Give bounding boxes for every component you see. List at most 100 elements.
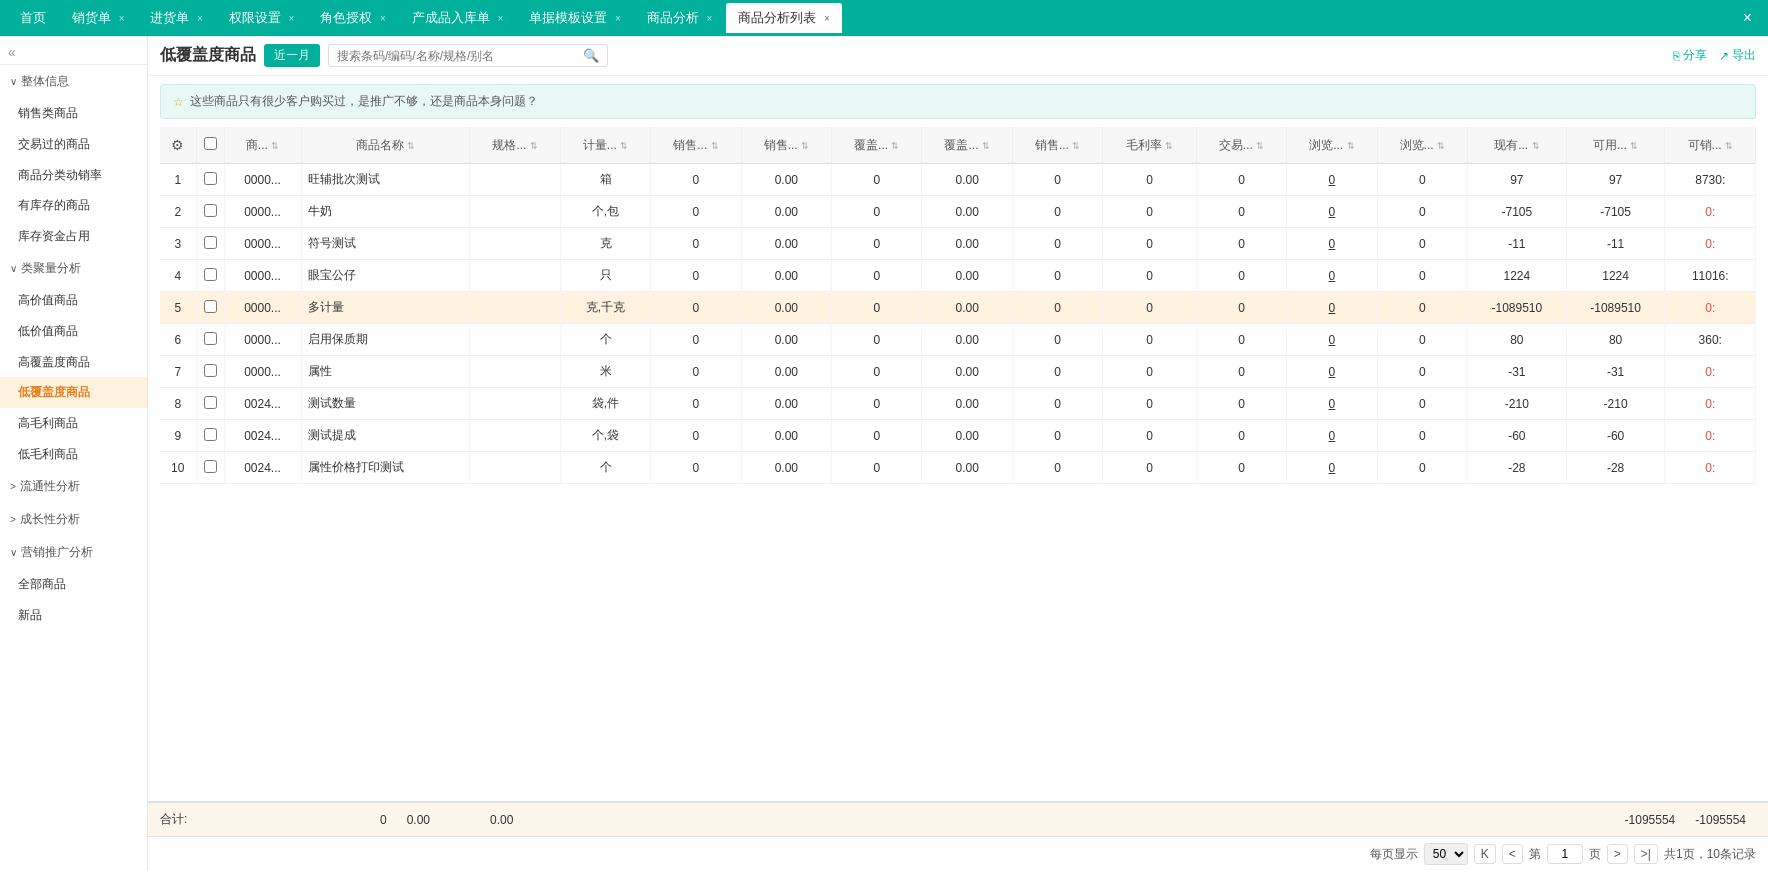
coverage2-col-header[interactable]: 覆盖... ⇅ [922, 127, 1012, 164]
nav-product-entry[interactable]: 产成品入库单 × [400, 3, 515, 33]
sidebar-section-cluster[interactable]: ∨ 类聚量分析 [0, 252, 147, 285]
row-browse1[interactable]: 0 [1287, 452, 1377, 484]
row-browse1[interactable]: 0 [1287, 164, 1377, 196]
row-browse1[interactable]: 0 [1287, 356, 1377, 388]
name-col-header[interactable]: 商品名称 ⇅ [301, 127, 470, 164]
row-browse1[interactable]: 0 [1287, 260, 1377, 292]
row-browse1[interactable]: 0 [1287, 420, 1377, 452]
browse-link[interactable]: 0 [1329, 429, 1336, 443]
sidebar-section-circulation[interactable]: > 流通性分析 [0, 470, 147, 503]
row-checkbox-cell[interactable] [196, 388, 224, 420]
sellable-col-header[interactable]: 可销... ⇅ [1665, 127, 1756, 164]
row-checkbox-cell[interactable] [196, 324, 224, 356]
export-button[interactable]: ↗ 导出 [1719, 47, 1756, 64]
row-checkbox[interactable] [204, 396, 217, 409]
row-browse1[interactable]: 0 [1287, 228, 1377, 260]
nav-home[interactable]: 首页 [8, 3, 58, 33]
sales3-col-header[interactable]: 销售... ⇅ [1012, 127, 1102, 164]
close-icon[interactable]: × [380, 13, 386, 24]
sidebar-item-all-products[interactable]: 全部商品 [0, 569, 147, 600]
sidebar-collapse-button[interactable]: « [8, 44, 16, 60]
browse-link[interactable]: 0 [1329, 333, 1336, 347]
row-browse1[interactable]: 0 [1287, 196, 1377, 228]
first-page-button[interactable]: K [1474, 844, 1496, 864]
last-page-button[interactable]: >| [1634, 844, 1658, 864]
row-checkbox[interactable] [204, 332, 217, 345]
row-checkbox[interactable] [204, 236, 217, 249]
unit-col-header[interactable]: 计量... ⇅ [560, 127, 650, 164]
period-button[interactable]: 近一月 [264, 44, 320, 67]
row-checkbox-cell[interactable] [196, 356, 224, 388]
next-page-button[interactable]: > [1607, 844, 1628, 864]
browse-link[interactable]: 0 [1329, 205, 1336, 219]
search-icon[interactable]: 🔍 [583, 48, 599, 63]
row-checkbox-cell[interactable] [196, 420, 224, 452]
share-button[interactable]: ⎘ 分享 [1673, 47, 1707, 64]
coverage1-col-header[interactable]: 覆盖... ⇅ [832, 127, 922, 164]
browse-link[interactable]: 0 [1329, 461, 1336, 475]
browse-link[interactable]: 0 [1329, 397, 1336, 411]
sidebar-item-traded-products[interactable]: 交易过的商品 [0, 129, 147, 160]
row-checkbox-cell[interactable] [196, 452, 224, 484]
row-checkbox-cell[interactable] [196, 292, 224, 324]
search-input[interactable] [337, 49, 583, 63]
nav-purchase[interactable]: 进货单 × [138, 3, 214, 33]
settings-col-header[interactable]: ⚙ [160, 127, 196, 164]
nav-permission[interactable]: 权限设置 × [217, 3, 306, 33]
nav-sales[interactable]: 销货单 × [60, 3, 136, 33]
row-browse1[interactable]: 0 [1287, 292, 1377, 324]
sidebar-item-category-rate[interactable]: 商品分类动销率 [0, 160, 147, 191]
sidebar-item-low-coverage[interactable]: 低覆盖度商品 [0, 377, 147, 408]
browse1-col-header[interactable]: 浏览... ⇅ [1287, 127, 1377, 164]
row-checkbox[interactable] [204, 300, 217, 313]
browse-link[interactable]: 0 [1329, 173, 1336, 187]
row-browse1[interactable]: 0 [1287, 388, 1377, 420]
sidebar-item-high-coverage[interactable]: 高覆盖度商品 [0, 347, 147, 378]
browse-link[interactable]: 0 [1329, 301, 1336, 315]
row-checkbox[interactable] [204, 172, 217, 185]
spec-col-header[interactable]: 规格... ⇅ [470, 127, 560, 164]
close-icon[interactable]: × [119, 13, 125, 24]
close-icon[interactable]: × [615, 13, 621, 24]
row-browse1[interactable]: 0 [1287, 324, 1377, 356]
row-checkbox[interactable] [204, 460, 217, 473]
close-icon[interactable]: × [197, 13, 203, 24]
nav-product-analysis-list[interactable]: 商品分析列表 × [726, 3, 841, 33]
sidebar-item-high-value[interactable]: 高价值商品 [0, 285, 147, 316]
table-container[interactable]: ⚙ 商... ⇅ 商品名称 ⇅ 规格... ⇅ 计量... ⇅ 销售... ⇅ … [148, 127, 1768, 801]
row-checkbox-cell[interactable] [196, 228, 224, 260]
row-checkbox-cell[interactable] [196, 196, 224, 228]
row-checkbox-cell[interactable] [196, 164, 224, 196]
current-stock-col-header[interactable]: 现有... ⇅ [1467, 127, 1566, 164]
column-settings-button[interactable]: ⚙ [167, 135, 188, 155]
browse-link[interactable]: 0 [1329, 365, 1336, 379]
sidebar-item-inventory-capital[interactable]: 库存资金占用 [0, 221, 147, 252]
page-input[interactable] [1547, 844, 1583, 864]
close-icon[interactable]: × [289, 13, 295, 24]
nav-product-analysis[interactable]: 商品分析 × [635, 3, 724, 33]
transaction-col-header[interactable]: 交易... ⇅ [1196, 127, 1286, 164]
sidebar-item-new-products[interactable]: 新品 [0, 600, 147, 631]
sidebar-item-stocked-products[interactable]: 有库存的商品 [0, 190, 147, 221]
row-checkbox-cell[interactable] [196, 260, 224, 292]
sales-qty-col-header[interactable]: 销售... ⇅ [651, 127, 741, 164]
sidebar-item-high-margin[interactable]: 高毛利商品 [0, 408, 147, 439]
sales-amt-col-header[interactable]: 销售... ⇅ [741, 127, 831, 164]
select-all-checkbox[interactable] [204, 137, 217, 150]
sidebar-section-marketing[interactable]: ∨ 营销推广分析 [0, 536, 147, 569]
sidebar-item-low-margin[interactable]: 低毛利商品 [0, 439, 147, 470]
browse2-col-header[interactable]: 浏览... ⇅ [1377, 127, 1467, 164]
sidebar-section-overall[interactable]: ∨ 整体信息 [0, 65, 147, 98]
per-page-select[interactable]: 50 [1424, 843, 1468, 865]
nav-role[interactable]: 角色授权 × [308, 3, 397, 33]
prev-page-button[interactable]: < [1502, 844, 1523, 864]
sidebar-section-growth[interactable]: > 成长性分析 [0, 503, 147, 536]
window-close-button[interactable]: × [1735, 5, 1760, 31]
row-checkbox[interactable] [204, 268, 217, 281]
code-col-header[interactable]: 商... ⇅ [224, 127, 301, 164]
nav-template[interactable]: 单据模板设置 × [517, 3, 632, 33]
sidebar-item-sales-products[interactable]: 销售类商品 [0, 98, 147, 129]
close-icon[interactable]: × [706, 13, 712, 24]
close-icon[interactable]: × [824, 13, 830, 24]
close-icon[interactable]: × [498, 13, 504, 24]
